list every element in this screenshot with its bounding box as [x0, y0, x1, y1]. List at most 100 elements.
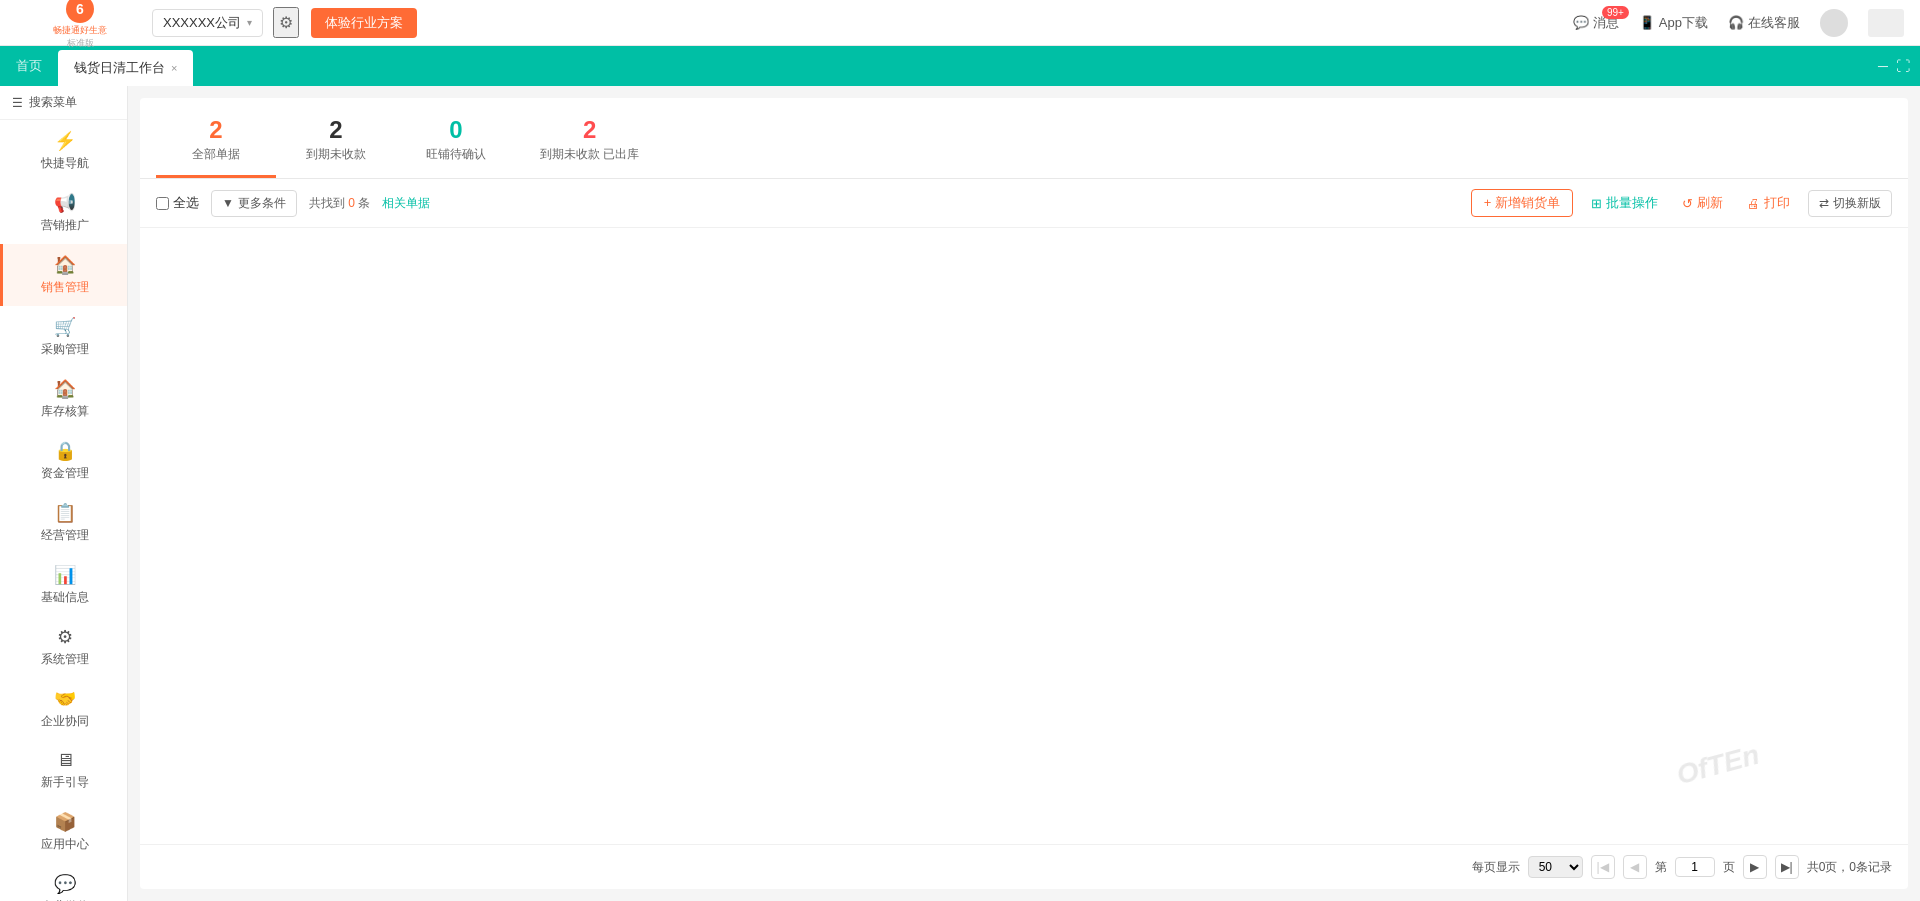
stat-num-shipped: 2 — [583, 116, 596, 144]
purchase-icon: 🛒 — [54, 316, 76, 338]
tab-home[interactable]: 首页 — [0, 46, 58, 86]
user-menu-btn[interactable] — [1868, 9, 1904, 37]
stat-label-overdue: 到期未收款 — [306, 146, 366, 163]
stat-num-all: 2 — [209, 116, 222, 144]
search-menu-label: 搜索菜单 — [29, 94, 77, 111]
refresh-icon: ↺ — [1682, 196, 1693, 211]
basic-info-icon: 📊 — [54, 564, 76, 586]
service-icon: 🎧 — [1728, 15, 1744, 30]
last-page-btn[interactable]: ▶| — [1775, 855, 1799, 879]
enterprise-label: 企业协同 — [41, 713, 89, 730]
minimize-icon[interactable]: ─ — [1878, 58, 1888, 74]
sidebar-item-sales[interactable]: 🏠 销售管理 — [0, 244, 127, 306]
filter-icon: ▼ — [222, 196, 234, 210]
sidebar-item-enterprise[interactable]: 🤝 企业协同 — [0, 678, 127, 740]
page-number-input[interactable] — [1675, 857, 1715, 877]
stat-num-overdue: 2 — [329, 116, 342, 144]
online-service-btn[interactable]: 🎧 在线客服 — [1728, 14, 1800, 32]
stat-tab-all[interactable]: 2 全部单据 — [156, 108, 276, 178]
app-download-btn[interactable]: 📱 App下载 — [1639, 14, 1708, 32]
per-page-select[interactable]: 50 100 200 — [1528, 856, 1583, 878]
inventory-label: 库存核算 — [41, 403, 89, 420]
toolbar-right: + 新增销货单 ⊞ 批量操作 ↺ 刷新 🖨 打印 ⇄ — [1471, 189, 1892, 217]
switch-version-btn[interactable]: ⇄ 切换新版 — [1808, 190, 1892, 217]
new-sale-btn[interactable]: + 新增销货单 — [1471, 189, 1573, 217]
stat-num-pending: 0 — [449, 116, 462, 144]
found-count: 0 — [348, 196, 355, 210]
toolbar-left: 全选 ▼ 更多条件 共找到 0 条 相关单据 — [156, 190, 1459, 217]
print-icon: 🖨 — [1747, 196, 1760, 211]
tab-nav: 首页 钱货日清工作台 × ─ ⛶ — [0, 46, 1920, 86]
guide-label: 新手引导 — [41, 774, 89, 791]
first-page-btn[interactable]: |◀ — [1591, 855, 1615, 879]
page-label: 第 — [1655, 859, 1667, 876]
stat-tab-pending[interactable]: 0 旺铺待确认 — [396, 108, 516, 178]
found-text: 共找到 0 条 — [309, 195, 370, 212]
quick-nav-label: 快捷导航 — [41, 155, 89, 172]
quick-nav-icon: ⚡ — [54, 130, 76, 152]
more-filter-btn[interactable]: ▼ 更多条件 — [211, 190, 297, 217]
marketing-label: 营销推广 — [41, 217, 89, 234]
enterprise-icon: 🤝 — [54, 688, 76, 710]
system-label: 系统管理 — [41, 651, 89, 668]
related-docs-link[interactable]: 相关单据 — [382, 195, 430, 212]
print-btn[interactable]: 🖨 打印 — [1741, 190, 1796, 216]
search-icon: ☰ — [12, 96, 23, 110]
checkbox-all-input[interactable] — [156, 197, 169, 210]
sidebar-item-system[interactable]: ⚙ 系统管理 — [0, 616, 127, 678]
tab-workbench[interactable]: 钱货日清工作台 × — [58, 50, 193, 86]
batch-icon: ⊞ — [1591, 196, 1602, 211]
next-page-btn[interactable]: ▶ — [1743, 855, 1767, 879]
sidebar-item-marketing[interactable]: 📢 营销推广 — [0, 182, 127, 244]
wechat-icon: 💬 — [54, 873, 76, 895]
finance-label: 资金管理 — [41, 465, 89, 482]
company-name: XXXXXX公司 — [163, 14, 241, 32]
sidebar-item-app-center[interactable]: 📦 应用中心 — [0, 801, 127, 863]
settings-button[interactable]: ⚙ — [273, 7, 299, 38]
sidebar-item-finance[interactable]: 🔒 资金管理 — [0, 430, 127, 492]
page-suffix: 页 — [1723, 859, 1735, 876]
chevron-down-icon: ▾ — [247, 17, 252, 28]
stat-tab-overdue[interactable]: 2 到期未收款 — [276, 108, 396, 178]
logo-area: 6 畅捷通好生意 标准版 — [16, 0, 144, 50]
message-icon: 💬 — [1573, 15, 1589, 30]
select-all-checkbox[interactable]: 全选 — [156, 194, 199, 212]
message-badge: 99+ — [1602, 6, 1629, 19]
top-bar: 6 畅捷通好生意 标准版 XXXXXX公司 ▾ ⚙ 体验行业方案 💬 消息 99… — [0, 0, 1920, 46]
search-menu-btn[interactable]: ☰ 搜索菜单 — [0, 86, 127, 120]
sidebar-item-guide[interactable]: 🖥 新手引导 — [0, 740, 127, 801]
guide-icon: 🖥 — [56, 750, 74, 771]
sidebar-item-inventory[interactable]: 🏠 库存核算 — [0, 368, 127, 430]
app-center-label: 应用中心 — [41, 836, 89, 853]
trial-btn[interactable]: 体验行业方案 — [311, 8, 417, 38]
operations-label: 经营管理 — [41, 527, 89, 544]
company-selector[interactable]: XXXXXX公司 ▾ — [152, 9, 263, 37]
stat-label-shipped: 到期未收款 已出库 — [540, 146, 639, 163]
table-area — [140, 228, 1908, 844]
logo-text: 畅捷通好生意 — [53, 24, 107, 37]
purchase-label: 采购管理 — [41, 341, 89, 358]
toolbar: 全选 ▼ 更多条件 共找到 0 条 相关单据 + 新增销货单 — [140, 179, 1908, 228]
sidebar-item-quick-nav[interactable]: ⚡ 快捷导航 — [0, 120, 127, 182]
marketing-icon: 📢 — [54, 192, 76, 214]
tab-nav-actions: ─ ⛶ — [1878, 46, 1920, 86]
refresh-btn[interactable]: ↺ 刷新 — [1676, 190, 1729, 216]
edition-label: 标准版 — [67, 37, 94, 50]
pagination: 每页显示 50 100 200 |◀ ◀ 第 页 ▶ ▶| 共0页，0条记录 — [140, 844, 1908, 889]
stat-label-pending: 旺铺待确认 — [426, 146, 486, 163]
messages-btn[interactable]: 💬 消息 99+ — [1573, 14, 1619, 32]
sidebar-item-purchase[interactable]: 🛒 采购管理 — [0, 306, 127, 368]
user-avatar-btn[interactable] — [1820, 9, 1848, 37]
batch-btn[interactable]: ⊞ 批量操作 — [1585, 190, 1664, 216]
main-layout: ☰ 搜索菜单 ⚡ 快捷导航 📢 营销推广 🏠 销售管理 🛒 采购管理 🏠 库存核… — [0, 86, 1920, 901]
download-icon: 📱 — [1639, 15, 1655, 30]
sidebar-item-operations[interactable]: 📋 经营管理 — [0, 492, 127, 554]
tab-close-icon[interactable]: × — [171, 62, 177, 74]
sidebar-item-wechat[interactable]: 💬 企业微信 — [0, 863, 127, 901]
top-right-area: 💬 消息 99+ 📱 App下载 🎧 在线客服 — [1573, 9, 1904, 37]
prev-page-btn[interactable]: ◀ — [1623, 855, 1647, 879]
sidebar-item-basic-info[interactable]: 📊 基础信息 — [0, 554, 127, 616]
content-area: 2 全部单据 2 到期未收款 0 旺铺待确认 2 到期未收款 已出库 — [128, 86, 1920, 901]
expand-icon[interactable]: ⛶ — [1896, 58, 1910, 74]
stat-tab-shipped[interactable]: 2 到期未收款 已出库 — [516, 108, 663, 178]
